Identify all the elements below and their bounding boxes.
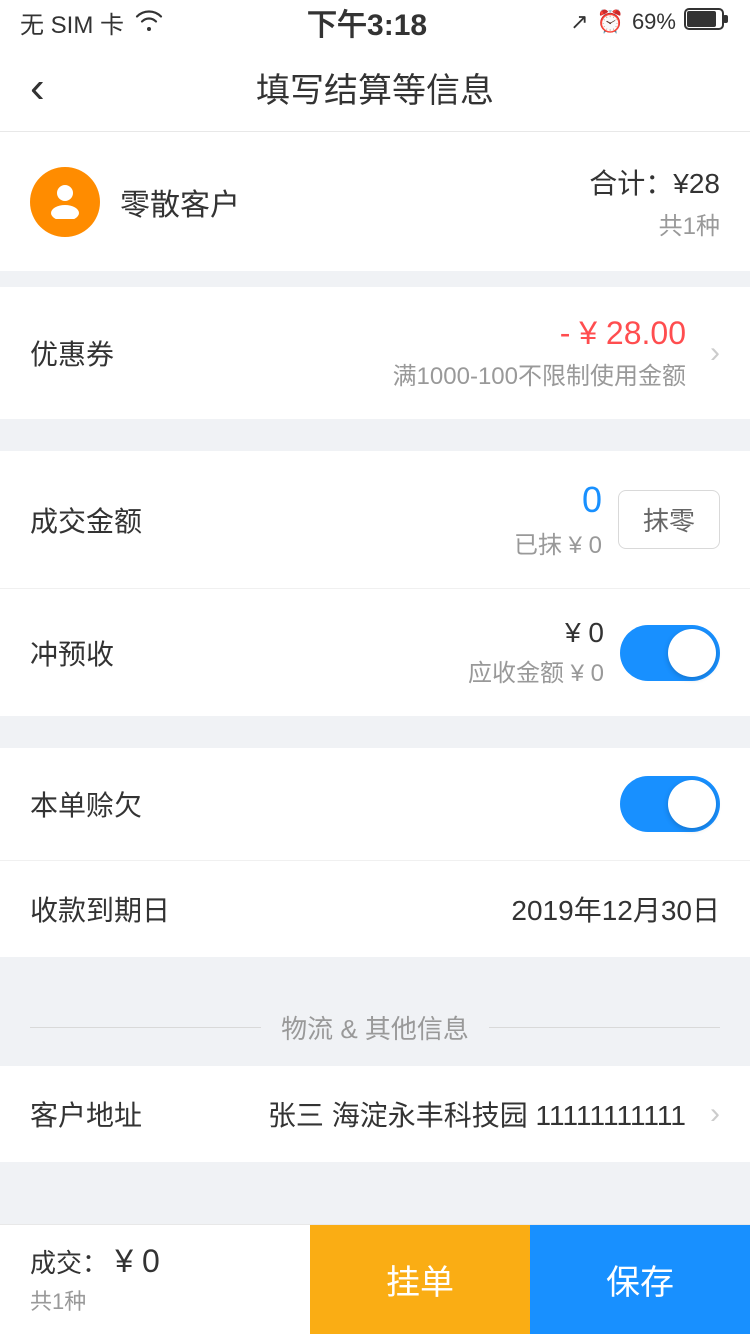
deal-amount-right: 0 已抹 ¥ 0 抹零 [514,479,720,560]
avatar-icon [44,177,86,226]
status-time: 下午3:18 [307,0,427,44]
bottom-deal-label: 成交： [30,1248,108,1278]
location-icon: ↗ [570,9,588,35]
deal-prepaid-section: 成交金额 0 已抹 ¥ 0 抹零 冲预收 ¥ 0 应收金额 ¥ 0 [0,451,750,716]
customer-avatar [30,167,100,237]
toggle-knob [668,629,716,677]
prepaid-right: ¥ 0 应收金额 ¥ 0 [468,617,720,688]
deal-amount-label: 成交金额 [30,500,142,540]
credit-row: 本单赊欠 [0,748,750,861]
due-date-value: 2019年12月30日 [511,889,720,929]
due-date-row: 收款到期日 2019年12月30日 [0,861,750,957]
hang-button[interactable]: 挂单 [310,1225,530,1334]
customer-left: 零散客户 [30,167,240,237]
deal-amount-content: 0 已抹 ¥ 0 [514,479,602,560]
customer-section: 零散客户 合计：¥28 共1种 [0,132,750,271]
prepaid-label: 冲预收 [30,633,114,673]
credit-toggle[interactable] [620,776,720,832]
address-chevron-icon: › [710,1097,720,1131]
logistics-label: 物流 & 其他信息 [281,1009,469,1046]
logistics-header: 物流 & 其他信息 [0,989,750,1066]
page-title: 填写结算等信息 [256,63,494,112]
prepaid-toggle[interactable] [620,625,720,681]
nav-bar: ‹ 填写结算等信息 [0,44,750,132]
coupon-section: 优惠券 - ¥ 28.00 满1000-100不限制使用金额 › [0,287,750,419]
deal-amount-sub: 已抹 ¥ 0 [514,525,602,560]
credit-section: 本单赊欠 收款到期日 2019年12月30日 [0,748,750,957]
deal-amount-value: 0 [514,479,602,521]
credit-toggle-knob [668,780,716,828]
header-line-left [30,1027,261,1028]
bottom-deal-amount: ¥ 0 [115,1243,159,1279]
back-button[interactable]: ‹ [30,63,90,113]
customer-name: 零散客户 [120,180,240,224]
coupon-row[interactable]: 优惠券 - ¥ 28.00 满1000-100不限制使用金额 › [0,287,750,419]
status-right: ↗ ⏰ 69% [570,7,730,38]
coupon-content: - ¥ 28.00 满1000-100不限制使用金额 [393,315,686,391]
header-line-right [489,1027,720,1028]
prepaid-row: 冲预收 ¥ 0 应收金额 ¥ 0 [0,589,750,716]
main-content: 零散客户 合计：¥28 共1种 优惠券 - ¥ 28.00 满1000-100不… [0,132,750,1298]
no-sim-label: 无 SIM 卡 [20,5,124,40]
coupon-sub: 满1000-100不限制使用金额 [393,356,686,391]
status-bar: 无 SIM 卡 下午3:18 ↗ ⏰ 69% [0,0,750,44]
wifi-icon [134,7,164,38]
bottom-info: 成交： ¥ 0 共1种 [0,1243,310,1316]
customer-right: 合计：¥28 共1种 [589,162,720,241]
credit-right [620,776,720,832]
bottom-count: 共1种 [30,1284,280,1316]
round-zero-button[interactable]: 抹零 [618,490,720,549]
prepaid-sub: 应收金额 ¥ 0 [468,653,604,688]
divider-2 [0,732,750,748]
address-row[interactable]: 客户地址 张三 海淀永丰科技园 11111111111 › [0,1066,750,1162]
save-button[interactable]: 保存 [530,1225,750,1334]
divider-1 [0,435,750,451]
address-value: 张三 海淀永丰科技园 11111111111 [268,1094,686,1134]
battery-percentage: 69% [632,9,676,35]
coupon-value: - ¥ 28.00 [393,315,686,352]
total-count: 共1种 [589,206,720,241]
bottom-bar: 成交： ¥ 0 共1种 挂单 保存 [0,1224,750,1334]
credit-label: 本单赊欠 [30,784,142,824]
total-amount: 合计：¥28 [589,162,720,202]
deal-amount-row: 成交金额 0 已抹 ¥ 0 抹零 [0,451,750,589]
chevron-right-icon: › [710,336,720,370]
coupon-right: - ¥ 28.00 满1000-100不限制使用金额 › [393,315,720,391]
prepaid-value: ¥ 0 [468,617,604,649]
coupon-label: 优惠券 [30,333,114,373]
prepaid-content: ¥ 0 应收金额 ¥ 0 [468,617,604,688]
status-left: 无 SIM 卡 [20,5,164,40]
alarm-icon: ⏰ [597,9,624,35]
address-label: 客户地址 [30,1094,142,1134]
divider-3 [0,973,750,989]
due-date-label: 收款到期日 [30,889,170,929]
address-right: 张三 海淀永丰科技园 11111111111 › [268,1094,720,1134]
bottom-deal-row: 成交： ¥ 0 [30,1243,280,1280]
address-section: 客户地址 张三 海淀永丰科技园 11111111111 › [0,1066,750,1162]
battery-icon [684,7,730,38]
